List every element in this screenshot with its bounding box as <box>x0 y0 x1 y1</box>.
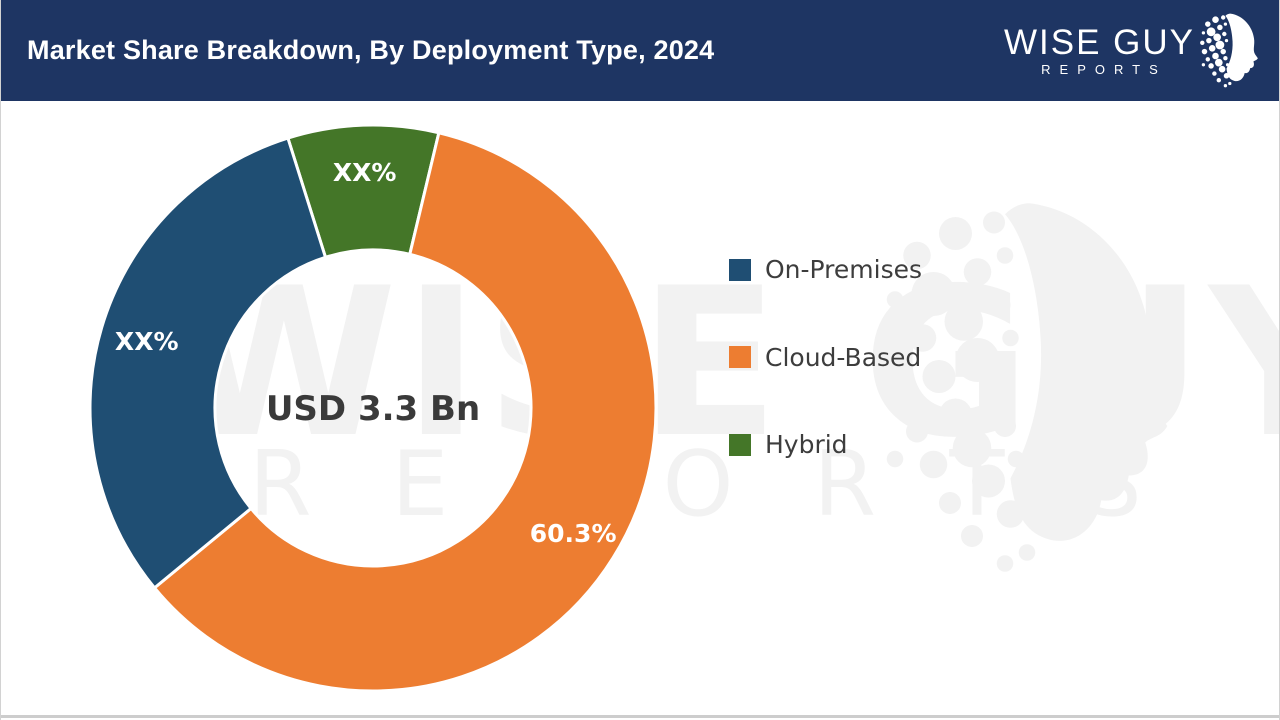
logo-wordmark-line1: WISE GUY <box>1003 23 1195 62</box>
legend-swatch <box>729 258 751 281</box>
page-title: Market Share Breakdown, By Deployment Ty… <box>27 35 715 65</box>
legend-swatch <box>729 433 751 456</box>
brand-logo: WISE GUY REPORTS <box>1004 12 1265 89</box>
legend-label: Cloud-Based <box>765 342 922 372</box>
face-profile-dots-icon <box>1200 13 1258 88</box>
donut-center-label: USD 3.3 Bn <box>266 389 480 429</box>
watermark-face-icon <box>878 203 1168 572</box>
legend-item-hybrid: Hybrid <box>729 431 922 459</box>
legend-label: On-Premises <box>765 255 923 284</box>
logo-wordmark-line2: REPORTS <box>1041 62 1167 77</box>
slice-label-on-premises: XX% <box>115 327 179 356</box>
logo-wordmark: WISE GUY REPORTS <box>1004 25 1195 76</box>
chart-legend: On-Premises Cloud-Based Hybrid <box>729 256 922 459</box>
legend-swatch <box>729 346 751 369</box>
header: Market Share Breakdown, By Deployment Ty… <box>1 0 1279 101</box>
legend-label: Hybrid <box>765 430 848 459</box>
slice-label-cloud-based: 60.3% <box>530 519 617 548</box>
legend-item-on-premises: On-Premises <box>729 256 922 284</box>
bottom-border <box>1 715 1279 718</box>
slice-label-hybrid: XX% <box>333 158 397 187</box>
donut-slice-on-premises <box>88 136 327 590</box>
legend-item-cloud-based: Cloud-Based <box>729 342 922 372</box>
page: Market Share Breakdown, By Deployment Ty… <box>0 0 1280 720</box>
donut-chart: XX% 60.3% XX% USD 3.3 Bn <box>88 123 658 693</box>
